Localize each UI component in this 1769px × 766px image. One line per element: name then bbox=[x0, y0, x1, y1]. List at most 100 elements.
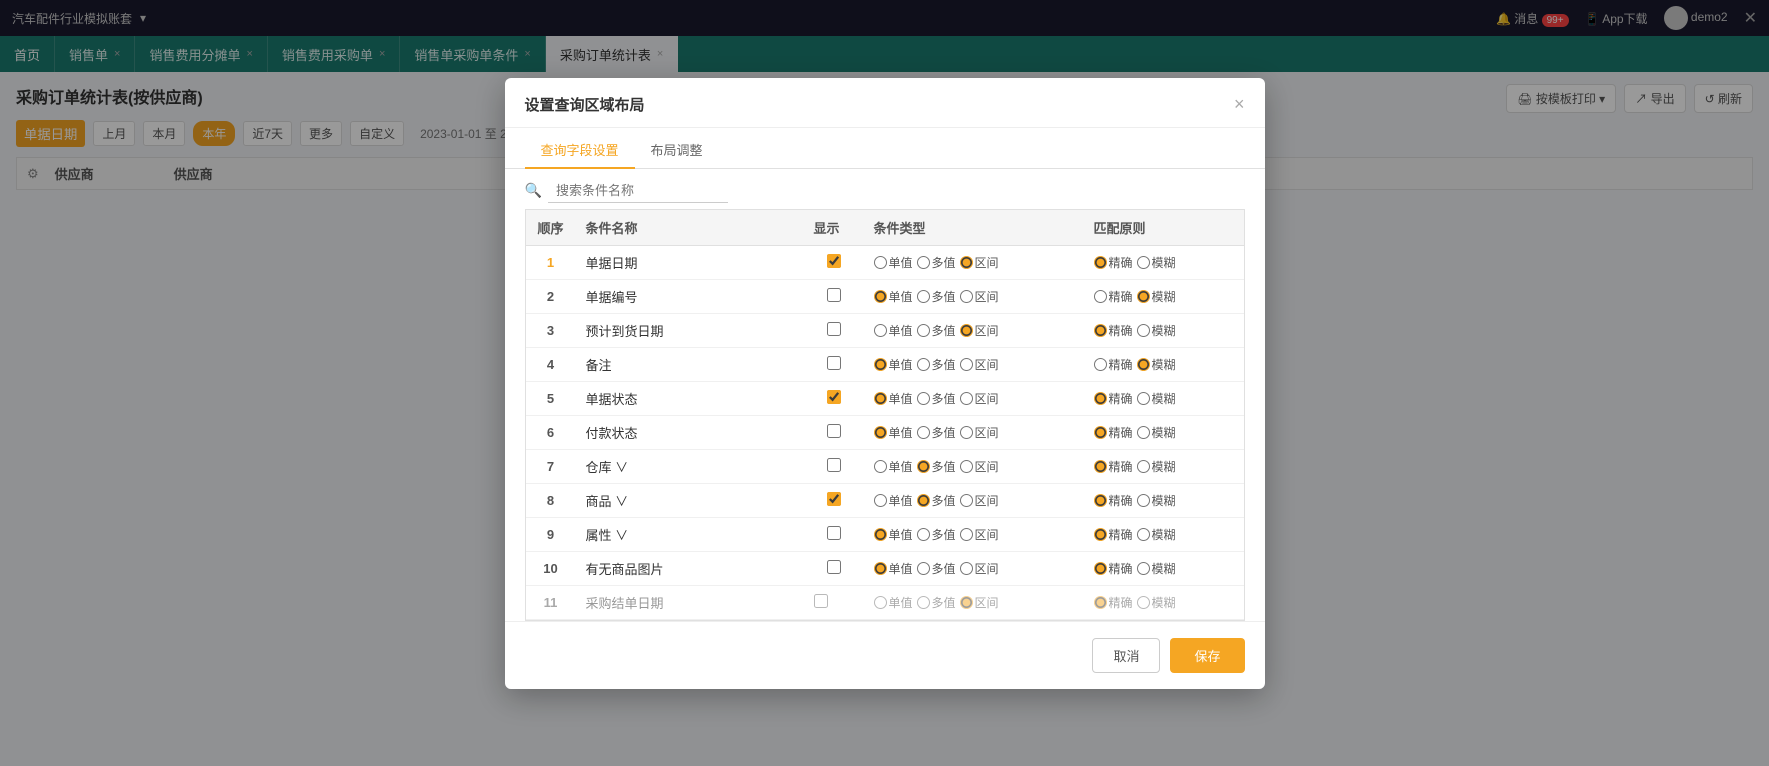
radio-range-label[interactable]: 区间 bbox=[960, 560, 999, 577]
radio-fuzzy-label[interactable]: 模糊 bbox=[1137, 424, 1176, 441]
radio-range-label[interactable]: 区间 bbox=[960, 288, 999, 305]
radio-single-label[interactable]: 单值 bbox=[874, 288, 913, 305]
settings-dialog: 设置查询区域布局 × 查询字段设置 布局调整 🔍 顺序 条件名称 bbox=[505, 78, 1265, 689]
radio-exact-label[interactable]: 精确 bbox=[1094, 356, 1133, 373]
table-row: 3 预计到货日期 单值 多值 区间 精确 模糊 bbox=[526, 313, 1244, 347]
radio-exact-label[interactable]: 精确 bbox=[1094, 390, 1133, 407]
dialog-search-area: 🔍 bbox=[505, 169, 1265, 209]
table-row: 9 属性 ∨ 单值 多值 区间 精确 模糊 bbox=[526, 517, 1244, 551]
radio-fuzzy-label[interactable]: 模糊 bbox=[1137, 458, 1176, 475]
row-order: 4 bbox=[526, 347, 576, 381]
radio-multi-label[interactable]: 多值 bbox=[917, 458, 956, 475]
tab-layout-adjust[interactable]: 布局调整 bbox=[635, 132, 719, 169]
row-order: 10 bbox=[526, 551, 576, 585]
radio-exact-label[interactable]: 精确 bbox=[1094, 424, 1133, 441]
radio-range-label[interactable]: 区间 bbox=[960, 356, 999, 373]
radio-exact-label[interactable]: 精确 bbox=[1094, 254, 1133, 271]
radio-exact-label[interactable]: 精确 bbox=[1094, 526, 1133, 543]
dialog-header: 设置查询区域布局 × bbox=[505, 78, 1265, 128]
row-show[interactable] bbox=[804, 483, 864, 517]
table-row: 11 采购结单日期 单值 多值 区间 精确 模糊 bbox=[526, 585, 1244, 619]
row-match: 精确 模糊 bbox=[1084, 347, 1244, 381]
radio-fuzzy-label[interactable]: 模糊 bbox=[1137, 288, 1176, 305]
radio-range-label[interactable]: 区间 bbox=[960, 526, 999, 543]
tab-query-fields[interactable]: 查询字段设置 bbox=[525, 132, 635, 169]
radio-multi-label[interactable]: 多值 bbox=[917, 492, 956, 509]
row-name: 单据状态 bbox=[576, 381, 804, 415]
table-row: 5 单据状态 单值 多值 区间 精确 模糊 bbox=[526, 381, 1244, 415]
radio-exact-label[interactable]: 精确 bbox=[1094, 560, 1133, 577]
radio-single-label[interactable]: 单值 bbox=[874, 526, 913, 543]
row-show[interactable] bbox=[804, 279, 864, 313]
row-name: 单据编号 bbox=[576, 279, 804, 313]
row-order: 5 bbox=[526, 381, 576, 415]
row-match: 精确 模糊 bbox=[1084, 585, 1244, 619]
radio-range-label[interactable]: 区间 bbox=[960, 492, 999, 509]
radio-multi-label[interactable]: 多值 bbox=[917, 390, 956, 407]
radio-multi-label[interactable]: 多值 bbox=[917, 424, 956, 441]
row-match: 精确 模糊 bbox=[1084, 449, 1244, 483]
dialog-table-wrapper: 顺序 条件名称 显示 条件类型 匹配原则 1 单据日期 单值 多值 区 bbox=[525, 209, 1245, 621]
col-match: 匹配原则 bbox=[1084, 210, 1244, 246]
row-order: 11 bbox=[526, 585, 576, 619]
row-show[interactable] bbox=[804, 347, 864, 381]
radio-fuzzy-label[interactable]: 模糊 bbox=[1137, 526, 1176, 543]
radio-fuzzy-label[interactable]: 模糊 bbox=[1137, 560, 1176, 577]
row-order: 2 bbox=[526, 279, 576, 313]
row-show[interactable] bbox=[804, 551, 864, 585]
row-show[interactable] bbox=[804, 381, 864, 415]
radio-multi-label[interactable]: 多值 bbox=[917, 254, 956, 271]
dialog-close-button[interactable]: × bbox=[1234, 95, 1245, 113]
radio-multi-label[interactable]: 多值 bbox=[917, 356, 956, 373]
radio-multi-label[interactable]: 多值 bbox=[917, 526, 956, 543]
table-row: 10 有无商品图片 单值 多值 区间 精确 模糊 bbox=[526, 551, 1244, 585]
radio-exact-label[interactable]: 精确 bbox=[1094, 492, 1133, 509]
radio-multi-label[interactable]: 多值 bbox=[917, 322, 956, 339]
row-show[interactable] bbox=[804, 313, 864, 347]
col-type: 条件类型 bbox=[864, 210, 1084, 246]
radio-single-label[interactable]: 单值 bbox=[874, 322, 913, 339]
row-match: 精确 模糊 bbox=[1084, 381, 1244, 415]
row-show[interactable] bbox=[804, 449, 864, 483]
row-type: 单值 多值 区间 bbox=[864, 245, 1084, 279]
row-match: 精确 模糊 bbox=[1084, 517, 1244, 551]
row-match: 精确 模糊 bbox=[1084, 279, 1244, 313]
row-show[interactable] bbox=[804, 415, 864, 449]
radio-single-label[interactable]: 单值 bbox=[874, 492, 913, 509]
row-type: 单值 多值 区间 bbox=[864, 313, 1084, 347]
search-input[interactable] bbox=[548, 179, 728, 203]
radio-single-label[interactable]: 单值 bbox=[874, 424, 913, 441]
radio-fuzzy-label[interactable]: 模糊 bbox=[1137, 356, 1176, 373]
radio-exact-label[interactable]: 精确 bbox=[1094, 288, 1133, 305]
radio-range-label[interactable]: 区间 bbox=[960, 254, 999, 271]
row-order: 9 bbox=[526, 517, 576, 551]
row-show[interactable] bbox=[804, 245, 864, 279]
row-show[interactable] bbox=[804, 517, 864, 551]
radio-multi-label[interactable]: 多值 bbox=[917, 560, 956, 577]
radio-range-label[interactable]: 区间 bbox=[960, 390, 999, 407]
radio-exact-label[interactable]: 精确 bbox=[1094, 458, 1133, 475]
dialog-tabs: 查询字段设置 布局调整 bbox=[505, 132, 1265, 169]
radio-single-label[interactable]: 单值 bbox=[874, 356, 913, 373]
cancel-button[interactable]: 取消 bbox=[1092, 638, 1160, 673]
radio-range-label[interactable]: 区间 bbox=[960, 458, 999, 475]
row-match: 精确 模糊 bbox=[1084, 483, 1244, 517]
radio-fuzzy-label[interactable]: 模糊 bbox=[1137, 492, 1176, 509]
radio-single-label[interactable]: 单值 bbox=[874, 390, 913, 407]
table-row: 1 单据日期 单值 多值 区间 精确 模糊 bbox=[526, 245, 1244, 279]
radio-range-label[interactable]: 区间 bbox=[960, 424, 999, 441]
radio-exact-label[interactable]: 精确 bbox=[1094, 322, 1133, 339]
radio-range-label[interactable]: 区间 bbox=[960, 322, 999, 339]
row-show[interactable] bbox=[804, 585, 864, 619]
save-button[interactable]: 保存 bbox=[1170, 638, 1244, 673]
row-match: 精确 模糊 bbox=[1084, 313, 1244, 347]
radio-single-label[interactable]: 单值 bbox=[874, 458, 913, 475]
radio-single-label[interactable]: 单值 bbox=[874, 254, 913, 271]
radio-fuzzy-label[interactable]: 模糊 bbox=[1137, 390, 1176, 407]
row-order: 1 bbox=[526, 245, 576, 279]
radio-single-label[interactable]: 单值 bbox=[874, 560, 913, 577]
radio-multi-label[interactable]: 多值 bbox=[917, 288, 956, 305]
radio-fuzzy-label[interactable]: 模糊 bbox=[1137, 254, 1176, 271]
row-name: 备注 bbox=[576, 347, 804, 381]
radio-fuzzy-label[interactable]: 模糊 bbox=[1137, 322, 1176, 339]
